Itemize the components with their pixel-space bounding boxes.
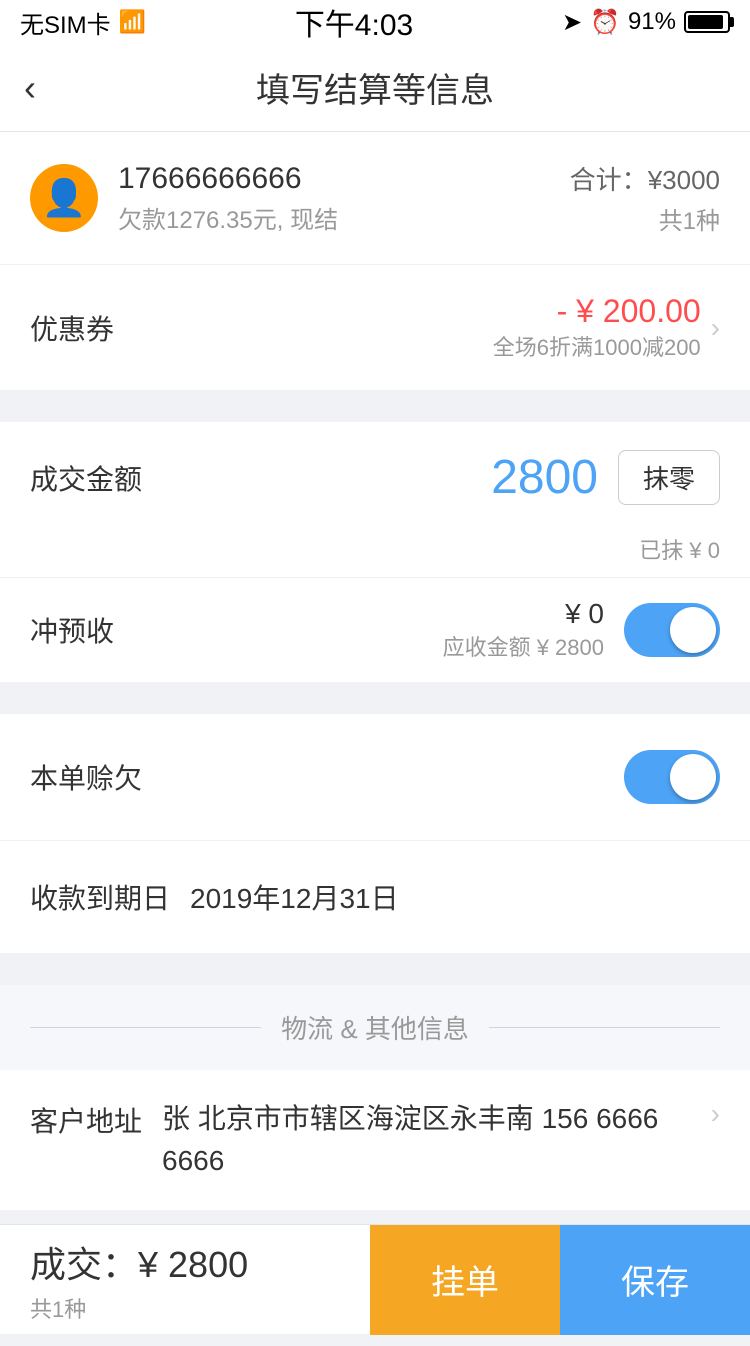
prepay-toggle[interactable] [624,603,720,657]
avatar-icon: 👤 [42,177,87,219]
address-chevron-icon: › [711,1098,720,1130]
debt-card: 本单赊欠 收款到期日 2019年12月31日 [0,714,750,953]
prepay-row: 冲预收 ¥ 0 应收金额 ¥ 2800 [0,577,750,682]
logistics-line-left [30,1027,261,1028]
prepay-amount: ¥ 0 [443,598,604,630]
amount-card: 成交金额 2800 抹零 已抹 ¥ 0 冲预收 ¥ 0 应收金额 ¥ 2800 [0,422,750,682]
debt-label: 本单赊欠 [30,757,142,797]
coupon-label: 优惠券 [30,308,114,348]
logistics-line-right [489,1027,720,1028]
amount-right: 2800 抹零 [491,450,720,505]
amount-row: 成交金额 2800 抹零 [0,422,750,533]
main-content: 👤 17666666666 欠款1276.35元, 现结 合计：¥3000 共1… [0,132,750,1346]
save-button[interactable]: 保存 [560,1225,750,1335]
status-right: ➤ ⏰ 91% [562,8,730,37]
round-subtext: 已抹 ¥ 0 [0,533,750,577]
status-left: 无SIM卡 📶 [20,5,146,40]
section-divider-3 [0,969,750,985]
page-title: 填写结算等信息 [256,63,494,112]
total-label: 合计：¥3000 [570,160,720,197]
coupon-desc: 全场6折满1000减200 [493,330,701,362]
coupon-row[interactable]: 优惠券 - ¥ 200.00 全场6折满1000减200 › [0,264,750,390]
customer-subtext: 欠款1276.35元, 现结 [118,200,338,235]
deal-amount-value: 2800 [491,450,598,505]
logistics-card: 物流 & 其他信息 客户地址 张 北京市市辖区海淀区永丰南 156 6666 6… [0,985,750,1210]
address-label: 客户地址 [30,1098,142,1140]
bottom-count: 共1种 [30,1292,340,1324]
battery-icon [684,11,730,33]
due-date-row: 收款到期日 2019年12月31日 [0,840,750,953]
customer-right: 合计：¥3000 共1种 [570,160,720,236]
due-date-label: 收款到期日 [30,877,170,917]
prepay-subtext: 应收金额 ¥ 2800 [443,630,604,662]
back-button[interactable]: ‹ [24,67,36,109]
status-time: 下午4:03 [295,0,413,44]
bottom-summary: 成交：¥ 2800 共1种 [0,1236,370,1324]
prepay-values: ¥ 0 应收金额 ¥ 2800 [443,598,604,662]
coupon-right: - ¥ 200.00 全场6折满1000减200 › [493,293,720,362]
address-content: 张 北京市市辖区海淀区永丰南 156 6666 6666 [162,1098,711,1182]
customer-left: 👤 17666666666 欠款1276.35元, 现结 [30,162,338,235]
deal-amount-label: 成交金额 [30,458,142,498]
battery-percent: 91% [628,8,676,36]
total-count: 共1种 [570,201,720,236]
customer-card: 👤 17666666666 欠款1276.35元, 现结 合计：¥3000 共1… [0,132,750,390]
bottom-deal-text: 成交：¥ 2800 [30,1236,340,1288]
section-divider-2 [0,698,750,714]
customer-info: 17666666666 欠款1276.35元, 现结 [118,162,338,235]
chevron-right-icon: › [711,312,720,344]
alarm-icon: ⏰ [590,8,620,37]
status-bar: 无SIM卡 📶 下午4:03 ➤ ⏰ 91% [0,0,750,44]
address-row[interactable]: 客户地址 张 北京市市辖区海淀区永丰南 156 6666 6666 › [0,1070,750,1210]
round-button[interactable]: 抹零 [618,450,720,505]
nav-bar: ‹ 填写结算等信息 [0,44,750,132]
deal-amount-section: 成交金额 2800 抹零 已抹 ¥ 0 [0,422,750,577]
customer-row: 👤 17666666666 欠款1276.35元, 现结 合计：¥3000 共1… [0,132,750,264]
prepay-right: ¥ 0 应收金额 ¥ 2800 [443,598,720,662]
due-date-value: 2019年12月31日 [190,877,399,917]
pending-button[interactable]: 挂单 [370,1225,560,1335]
prepay-label: 冲预收 [30,610,114,650]
logistics-divider-text: 物流 & 其他信息 [261,1009,489,1046]
section-divider-1 [0,406,750,422]
toggle-knob [670,607,716,653]
debt-row: 本单赊欠 [0,714,750,840]
carrier-text: 无SIM卡 [20,5,111,40]
debt-toggle[interactable] [624,750,720,804]
location-icon: ➤ [562,8,582,37]
avatar: 👤 [30,164,98,232]
customer-phone: 17666666666 [118,162,338,196]
wifi-icon: 📶 [119,9,146,35]
debt-toggle-knob [670,754,716,800]
bottom-bar: 成交：¥ 2800 共1种 挂单 保存 [0,1224,750,1334]
logistics-divider: 物流 & 其他信息 [0,985,750,1070]
coupon-discount: - ¥ 200.00 [493,293,701,330]
